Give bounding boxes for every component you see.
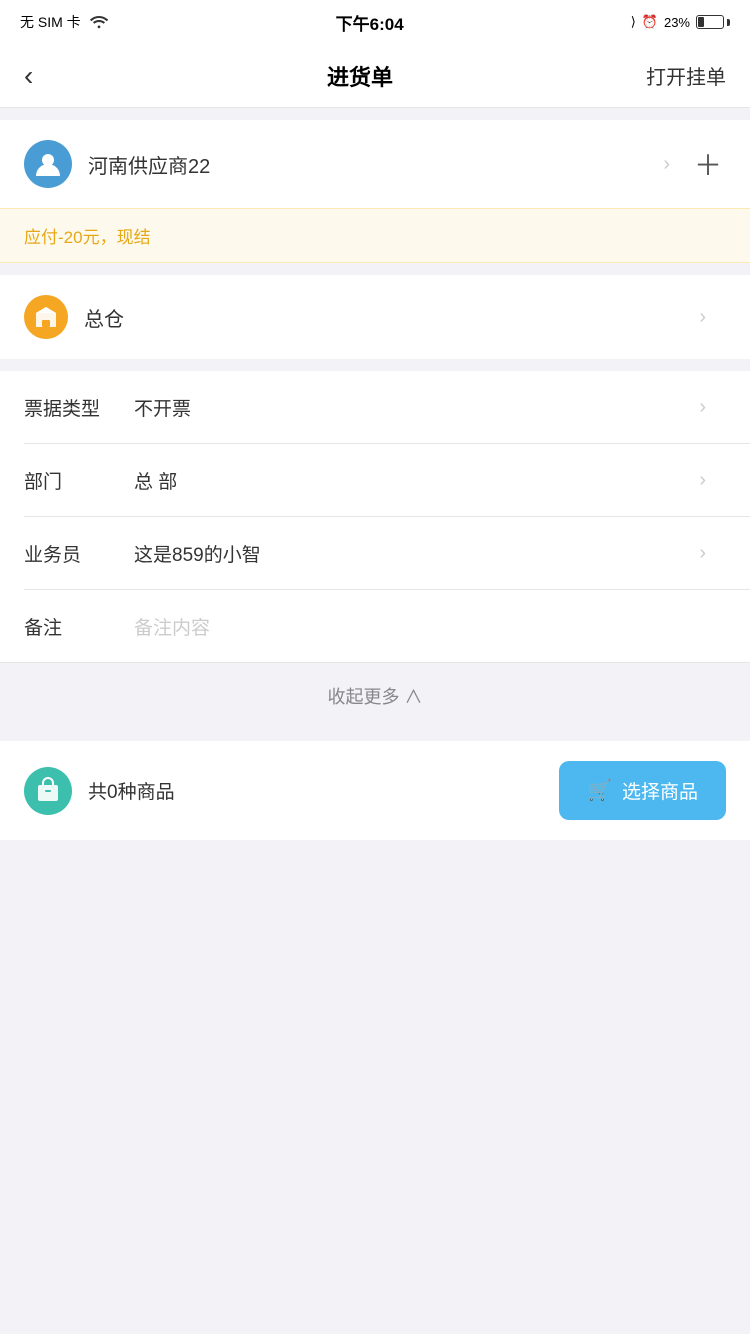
supplier-avatar (24, 140, 72, 188)
product-section: 共0种商品 🛒 选择商品 (0, 741, 750, 840)
section-divider-2 (0, 263, 750, 275)
battery-label: 23% (664, 15, 690, 30)
status-time: 下午6:04 (336, 10, 404, 35)
salesperson-value: 这是859的小智 (134, 540, 699, 567)
status-right: ⟩ ⏰ 23% (631, 14, 730, 30)
supplier-chevron-icon: › (663, 153, 670, 176)
carrier-label: 无 SIM 卡 (20, 12, 81, 32)
location-icon: ⟩ (631, 14, 636, 30)
status-left: 无 SIM 卡 (20, 12, 109, 32)
warehouse-icon (24, 295, 68, 339)
select-product-button[interactable]: 🛒 选择商品 (559, 761, 726, 820)
supplier-name: 河南供应商22 (88, 150, 663, 179)
section-divider-3 (0, 359, 750, 371)
bottom-area (0, 840, 750, 1160)
status-bar: 无 SIM 卡 下午6:04 ⟩ ⏰ 23% (0, 0, 750, 44)
remark-placeholder: 备注内容 (134, 613, 726, 640)
invoice-type-chevron-icon: › (699, 396, 706, 419)
warehouse-name: 总仓 (84, 303, 699, 332)
department-value: 总 部 (134, 467, 699, 494)
product-count: 共0种商品 (88, 777, 559, 804)
supplier-card: 河南供应商22 › ＋ 应付-20元，现结 (0, 120, 750, 263)
salesperson-label: 业务员 (24, 540, 134, 567)
product-icon (24, 767, 72, 815)
remark-label: 备注 (24, 613, 134, 640)
salesperson-chevron-icon: › (699, 542, 706, 565)
warehouse-chevron-icon: › (699, 306, 706, 329)
invoice-type-row[interactable]: 票据类型 不开票 › (0, 371, 750, 443)
nav-bar: ‹ 进货单 打开挂单 (0, 44, 750, 108)
notice-banner: 应付-20元，现结 (0, 208, 750, 263)
department-label: 部门 (24, 467, 134, 494)
open-pending-button[interactable]: 打开挂单 (646, 61, 726, 90)
section-divider-1 (0, 108, 750, 120)
select-product-label: 选择商品 (622, 777, 698, 804)
department-row[interactable]: 部门 总 部 › (0, 444, 750, 516)
select-product-icon: 🛒 (587, 778, 612, 803)
page-title: 进货单 (327, 60, 393, 92)
form-section: 票据类型 不开票 › 部门 总 部 › 业务员 这是859的小智 › 备注 备注… (0, 371, 750, 662)
wifi-icon (89, 13, 109, 32)
battery-icon (696, 15, 730, 29)
add-supplier-button[interactable]: ＋ (690, 144, 726, 184)
department-chevron-icon: › (699, 469, 706, 492)
salesperson-row[interactable]: 业务员 这是859的小智 › (0, 517, 750, 589)
alarm-icon: ⏰ (642, 14, 658, 30)
remark-row[interactable]: 备注 备注内容 (0, 590, 750, 662)
invoice-type-value: 不开票 (134, 394, 699, 421)
back-button[interactable]: ‹ (24, 60, 74, 92)
invoice-type-label: 票据类型 (24, 394, 134, 421)
collapse-button[interactable]: 收起更多 ∧ (0, 663, 750, 729)
supplier-row[interactable]: 河南供应商22 › ＋ (0, 120, 750, 208)
warehouse-card[interactable]: 总仓 › (0, 275, 750, 359)
warehouse-row[interactable]: 总仓 › (0, 275, 750, 359)
